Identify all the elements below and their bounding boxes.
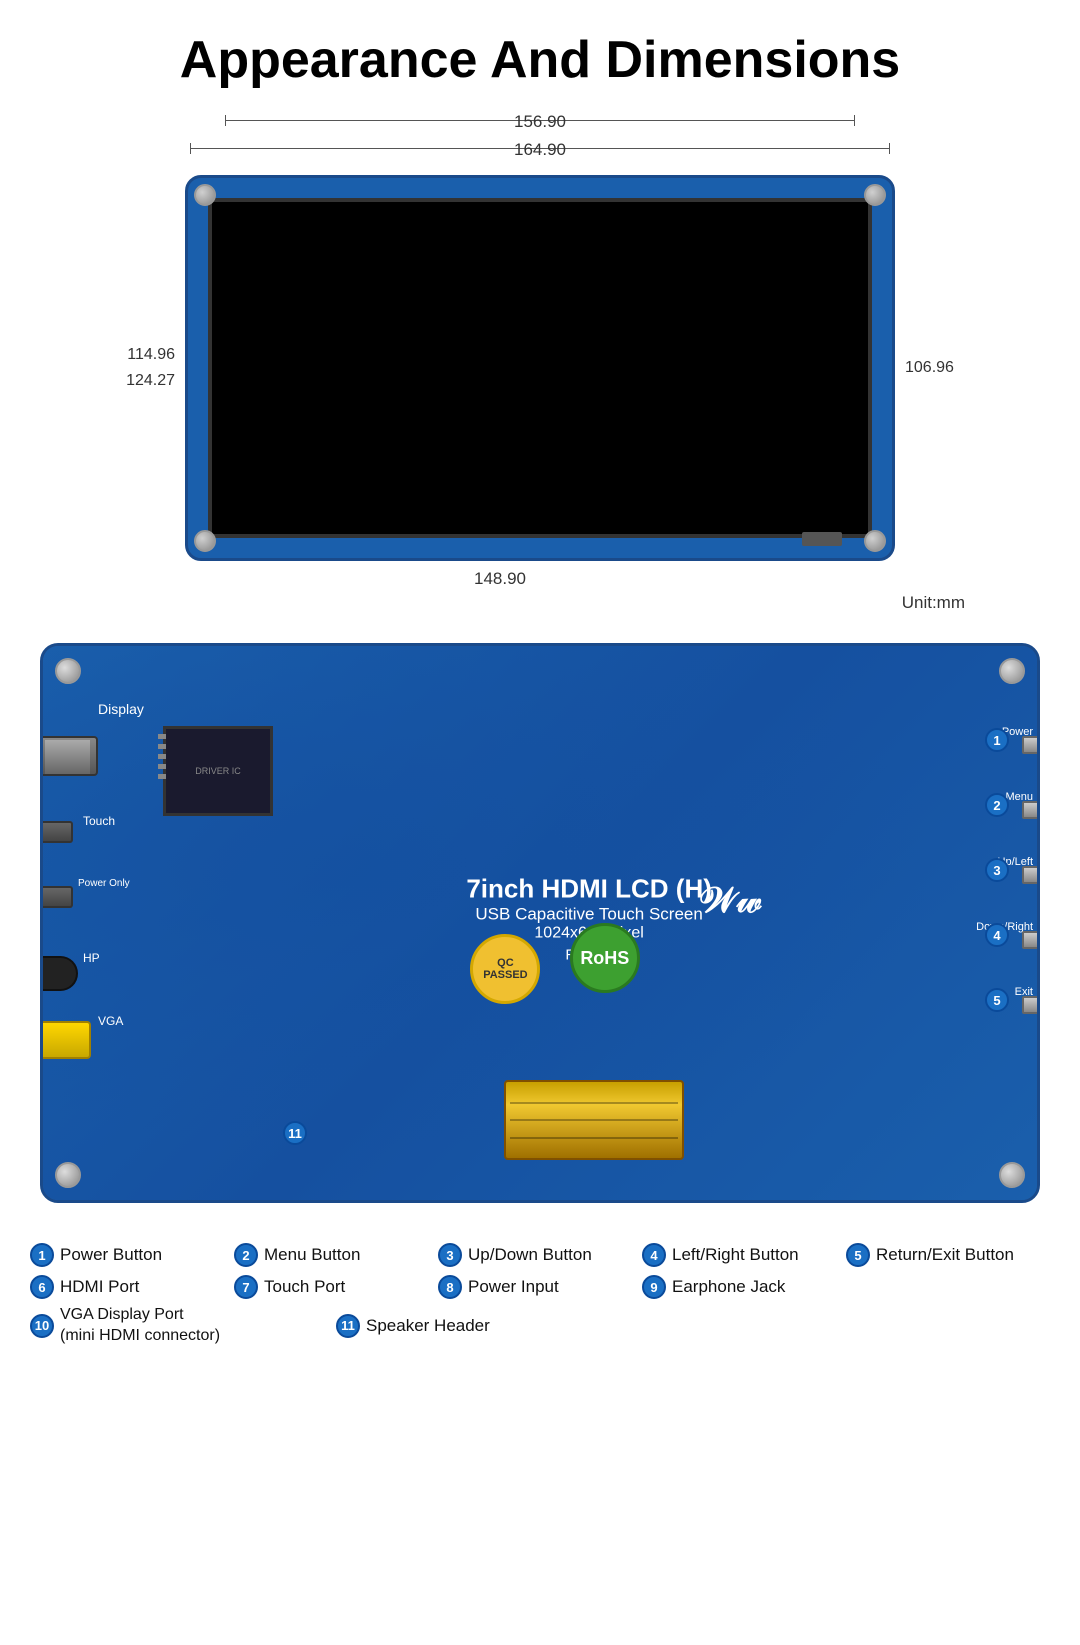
legend-item-11: 11 Speaker Header <box>336 1305 540 1347</box>
display-label: Display <box>98 701 144 717</box>
legend-label-1: Power Button <box>60 1245 162 1265</box>
legend-label-11: Speaker Header <box>366 1316 490 1336</box>
rohs-badge: RoHS <box>570 923 640 993</box>
touch-port <box>43 821 73 843</box>
legend-label-4: Left/Right Button <box>672 1245 799 1265</box>
callout-11: 11 <box>283 1121 307 1145</box>
callout-4: 4 <box>985 923 1009 947</box>
pcb-label-main: 7inch HDMI LCD (H) <box>466 874 712 905</box>
power-only-label: Power Only <box>78 878 130 889</box>
legend-label-5: Return/Exit Button <box>876 1245 1014 1265</box>
dimension-drawing: 156.90 164.90 114.96 124.27 <box>105 110 975 613</box>
legend-badge-5: 5 <box>846 1243 870 1267</box>
vga-port <box>43 1021 91 1059</box>
legend-item-6: 6 HDMI Port <box>30 1275 234 1299</box>
legend-badge-11: 11 <box>336 1314 360 1338</box>
main-chip: DRIVER IC <box>163 726 273 816</box>
pcb-screw-tl <box>55 658 81 684</box>
menu-button[interactable] <box>1022 801 1040 819</box>
brand-logo: 𝒲𝓌 <box>699 879 762 922</box>
dim-right1: 106.96 <box>905 359 954 377</box>
dim-top2: 164.90 <box>185 140 895 160</box>
page-title: Appearance And Dimensions <box>0 0 1080 110</box>
vga-label: VGA <box>98 1014 123 1028</box>
screw-top-left <box>194 184 216 206</box>
fpc-connector <box>504 1080 684 1160</box>
qc-line1: QC <box>497 957 514 969</box>
legend-badge-1: 1 <box>30 1243 54 1267</box>
screw-bottom-right <box>864 530 886 552</box>
legend-item-9: 9 Earphone Jack <box>642 1275 846 1299</box>
legend-badge-9: 9 <box>642 1275 666 1299</box>
legend-badge-2: 2 <box>234 1243 258 1267</box>
lcd-display-board <box>185 175 895 561</box>
legend-badge-4: 4 <box>642 1243 666 1267</box>
legend-badge-10: 10 <box>30 1314 54 1338</box>
legend-label-10: VGA Display Port(mini HDMI connector) <box>60 1305 220 1347</box>
dim-bottom: 148.90 <box>105 569 975 589</box>
legend-item-3: 3 Up/Down Button <box>438 1243 642 1267</box>
pcb-screw-tr <box>999 658 1025 684</box>
legend-item-8: 8 Power Input <box>438 1275 642 1299</box>
dim-left1: 114.96 <box>127 346 175 364</box>
power-button[interactable] <box>1022 736 1040 754</box>
legend-label-8: Power Input <box>468 1277 559 1297</box>
callout-2: 2 <box>985 793 1009 817</box>
qc-badge: QC PASSED <box>470 934 540 1004</box>
legend-badge-6: 6 <box>30 1275 54 1299</box>
legend-label-3: Up/Down Button <box>468 1245 592 1265</box>
hdmi-port <box>43 736 98 776</box>
pcb-label-sub: USB Capacitive Touch Screen <box>466 905 712 925</box>
board-row: 114.96 124.27 106.96 <box>105 175 975 561</box>
dim-top1: 156.90 <box>185 112 895 132</box>
legend-label-2: Menu Button <box>264 1245 360 1265</box>
legend-label-7: Touch Port <box>264 1277 345 1297</box>
dimensions-section: 156.90 164.90 114.96 124.27 <box>0 110 1080 643</box>
legend-label-6: HDMI Port <box>60 1277 139 1297</box>
power-input-port <box>43 886 73 908</box>
pcb-screw-br <box>999 1162 1025 1188</box>
callout-1: 1 <box>985 728 1009 752</box>
callout-5: 5 <box>985 988 1009 1012</box>
screw-bottom-left <box>194 530 216 552</box>
legend-item-10: 10 VGA Display Port(mini HDMI connector) <box>30 1305 336 1347</box>
qc-line2: PASSED <box>483 969 527 981</box>
unit-label: Unit:mm <box>105 593 975 613</box>
pcb-board: Display 6 Touch 7 Power Only 8 HP 9 VGA <box>40 643 1040 1203</box>
rohs-text: RoHS <box>580 948 629 969</box>
legend-badge-3: 3 <box>438 1243 462 1267</box>
legend-badge-8: 8 <box>438 1275 462 1299</box>
legend-item-2: 2 Menu Button <box>234 1243 438 1267</box>
screw-top-right <box>864 184 886 206</box>
legend-item-5: 5 Return/Exit Button <box>846 1243 1050 1267</box>
callout-3: 3 <box>985 858 1009 882</box>
updown-button[interactable] <box>1022 866 1040 884</box>
dim-left2: 124.27 <box>126 372 175 390</box>
legend-label-9: Earphone Jack <box>672 1277 785 1297</box>
legend-item-1: 1 Power Button <box>30 1243 234 1267</box>
legend-item-7: 7 Touch Port <box>234 1275 438 1299</box>
legend-section: 1 Power Button 2 Menu Button 3 Up/Down B… <box>0 1223 1080 1375</box>
legend-item-4: 4 Left/Right Button <box>642 1243 846 1267</box>
hp-label: HP <box>83 951 100 965</box>
pcb-screw-bl <box>55 1162 81 1188</box>
lcd-connector <box>802 532 842 546</box>
legend-row-1: 1 Power Button 2 Menu Button 3 Up/Down B… <box>30 1243 1050 1267</box>
legend-badge-7: 7 <box>234 1275 258 1299</box>
legend-row-2: 6 HDMI Port 7 Touch Port 8 Power Input 9… <box>30 1275 1050 1347</box>
touch-label: Touch <box>83 814 115 828</box>
pcb-section: Display 6 Touch 7 Power Only 8 HP 9 VGA <box>0 643 1080 1223</box>
earphone-port <box>43 956 78 991</box>
leftright-button[interactable] <box>1022 931 1040 949</box>
lcd-screen <box>208 198 872 538</box>
exit-button[interactable] <box>1022 996 1040 1014</box>
